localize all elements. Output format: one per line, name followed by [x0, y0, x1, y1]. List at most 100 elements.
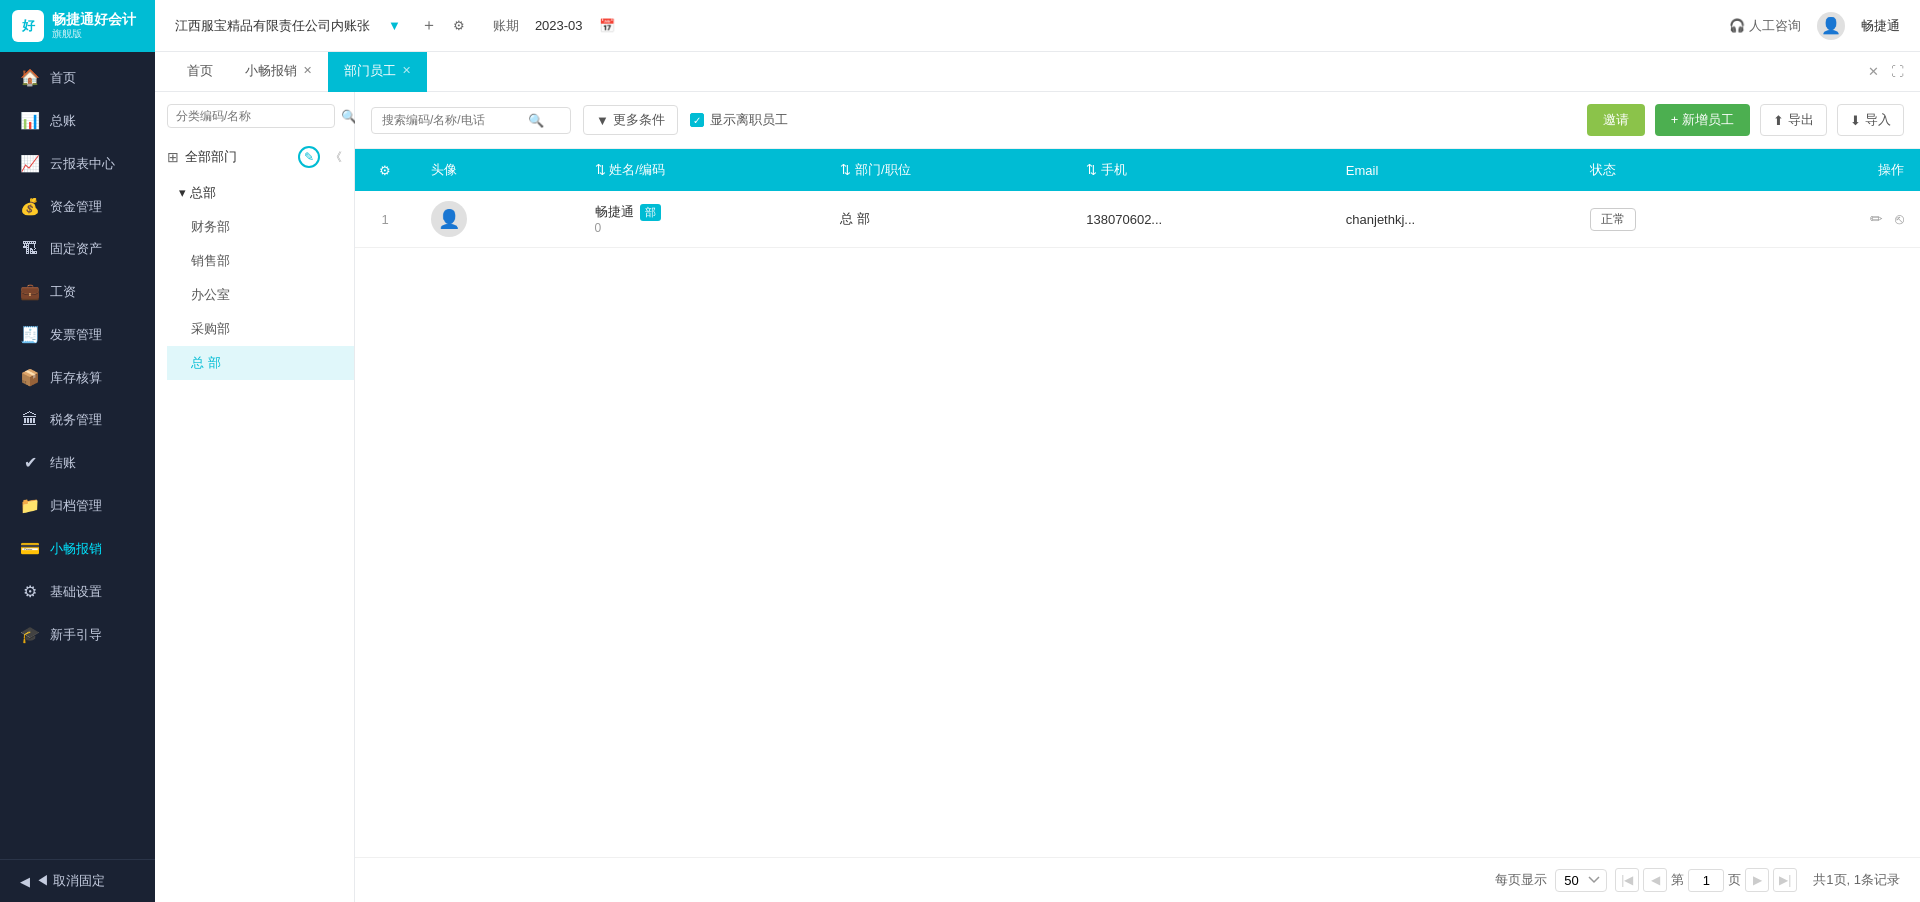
row-index: 1: [355, 191, 415, 248]
table-row: 1 👤 畅捷通 部 0 总 部: [355, 191, 1920, 248]
sidebar-item-label: 固定资产: [50, 240, 102, 258]
sidebar-item-home[interactable]: 🏠 首页: [0, 56, 155, 99]
search-icon[interactable]: 🔍: [528, 113, 544, 128]
sidebar-item-finance[interactable]: 💰 资金管理: [0, 185, 155, 228]
page-input[interactable]: [1688, 869, 1724, 892]
sidebar-item-guide[interactable]: 🎓 新手引导: [0, 613, 155, 656]
pagination: 每页显示 50 100 200 |◀ ◀ 第 页 ▶ ▶| 共1页, 1条记录: [355, 857, 1920, 902]
dept-item-zongbu[interactable]: ▾ 总部: [167, 176, 354, 210]
add-employee-button[interactable]: + 新增员工: [1655, 104, 1750, 136]
sidebar: 好 畅捷通好会计 旗舰版 🏠 首页 📊 总账 📈 云报表中心 💰 资金管理 🏗 …: [0, 0, 155, 902]
main-content: 江西服宝精品有限责任公司内账张 ▼ ＋ ⚙ 账期 2023-03 📅 🎧 人工咨…: [155, 0, 1920, 902]
import-icon: ⬇: [1850, 113, 1861, 128]
dept-search-input[interactable]: [167, 104, 335, 128]
col-settings[interactable]: ⚙: [355, 149, 415, 191]
page-nav: |◀ ◀ 第 页 ▶ ▶|: [1615, 868, 1797, 892]
employee-table-container: ⚙ 头像 ⇅ 姓名/编码 ⇅ 部门/职位 ⇅ 手机 Email 状态 操作 1: [355, 149, 1920, 857]
company-dropdown-icon[interactable]: ▼: [388, 18, 401, 33]
period-label: 账期: [493, 17, 519, 35]
service-button[interactable]: 🎧 人工咨询: [1729, 17, 1801, 35]
per-page-select[interactable]: 50 100 200: [1555, 869, 1607, 892]
sidebar-item-invoice[interactable]: 🧾 发票管理: [0, 313, 155, 356]
page-suffix: 页: [1728, 871, 1741, 889]
pin-icon: ◀: [20, 874, 30, 889]
status-badge: 正常: [1590, 208, 1636, 231]
close-window-icon[interactable]: ✕: [1868, 64, 1879, 79]
tab-department-close[interactable]: ✕: [402, 64, 411, 77]
export-button[interactable]: ⬆ 导出: [1760, 104, 1827, 136]
tab-expense-label: 小畅报销: [245, 62, 297, 80]
row-avatar: 👤: [415, 191, 579, 248]
dept-panel: 🔍 ⊞ 全部部门 ✎ 《 ▾ 总部 财务部 销售部 办公室 采购部 总 部: [155, 92, 355, 902]
sidebar-item-expense[interactable]: 💳 小畅报销: [0, 527, 155, 570]
assets-icon: 🏗: [20, 240, 40, 258]
show-resigned-toggle[interactable]: ✓ 显示离职员工: [690, 111, 788, 129]
ledger-icon: 📊: [20, 111, 40, 130]
tab-home[interactable]: 首页: [171, 52, 229, 92]
export-icon: ⬆: [1773, 113, 1784, 128]
salary-icon: 💼: [20, 282, 40, 301]
sidebar-item-inventory[interactable]: 📦 库存核算: [0, 356, 155, 399]
dept-tree: ▾ 总部 财务部 销售部 办公室 采购部 总 部: [155, 176, 354, 380]
tab-expense-close[interactable]: ✕: [303, 64, 312, 77]
add-button[interactable]: ＋: [421, 15, 437, 36]
sidebar-item-archive[interactable]: 📁 归档管理: [0, 484, 155, 527]
header-right: 🎧 人工咨询 👤 畅捷通: [1729, 12, 1900, 40]
tab-department[interactable]: 部门员工 ✕: [328, 52, 427, 92]
dept-collapse-icon[interactable]: 《: [330, 149, 342, 166]
next-page-button[interactable]: ▶: [1745, 868, 1769, 892]
guide-icon: 🎓: [20, 625, 40, 644]
import-button[interactable]: ⬇ 导入: [1837, 104, 1904, 136]
col-name-code[interactable]: ⇅ 姓名/编码: [579, 149, 825, 191]
sidebar-item-label: 资金管理: [50, 198, 102, 216]
app-name: 畅捷通好会计: [52, 11, 136, 28]
sidebar-item-settings[interactable]: ⚙ 基础设置: [0, 570, 155, 613]
sidebar-item-salary[interactable]: 💼 工资: [0, 270, 155, 313]
sidebar-item-tax[interactable]: 🏛 税务管理: [0, 399, 155, 441]
sidebar-item-label: 总账: [50, 112, 76, 130]
calendar-icon[interactable]: 📅: [599, 18, 615, 33]
filter-button[interactable]: ▼ 更多条件: [583, 105, 678, 135]
prev-page-button[interactable]: ◀: [1643, 868, 1667, 892]
service-label: 人工咨询: [1749, 17, 1801, 35]
all-dept-header[interactable]: ⊞ 全部部门 ✎ 《: [155, 138, 354, 176]
resigned-checkbox[interactable]: ✓: [690, 113, 704, 127]
edit-icon[interactable]: ✏: [1870, 210, 1883, 228]
tab-expense[interactable]: 小畅报销 ✕: [229, 52, 328, 92]
archive-icon: 📁: [20, 496, 40, 515]
sidebar-item-label: 发票管理: [50, 326, 102, 344]
employee-code: 0: [595, 221, 809, 235]
top-header: 江西服宝精品有限责任公司内账张 ▼ ＋ ⚙ 账期 2023-03 📅 🎧 人工咨…: [155, 0, 1920, 52]
logo-icon: 好: [12, 10, 44, 42]
first-page-button[interactable]: |◀: [1615, 868, 1639, 892]
sidebar-item-label: 税务管理: [50, 411, 102, 429]
sidebar-item-closeout[interactable]: ✔ 结账: [0, 441, 155, 484]
sidebar-item-fixed-assets[interactable]: 🏗 固定资产: [0, 228, 155, 270]
dept-item-general[interactable]: 总 部: [167, 346, 354, 380]
dept-item-purchase[interactable]: 采购部: [167, 312, 354, 346]
sidebar-item-label: 基础设置: [50, 583, 102, 601]
name-text: 畅捷通: [595, 203, 634, 221]
all-dept-label: 全部部门: [185, 148, 237, 166]
dept-edit-icon[interactable]: ✎: [298, 146, 320, 168]
col-dept-position[interactable]: ⇅ 部门/职位: [824, 149, 1070, 191]
sidebar-item-cloud-reports[interactable]: 📈 云报表中心: [0, 142, 155, 185]
sidebar-item-label: 结账: [50, 454, 76, 472]
employee-name: 畅捷通 部: [595, 203, 809, 221]
tax-icon: 🏛: [20, 411, 40, 429]
col-email: Email: [1330, 149, 1574, 191]
sidebar-item-general-ledger[interactable]: 📊 总账: [0, 99, 155, 142]
employee-search-input[interactable]: [382, 113, 522, 127]
cancel-fixed-button[interactable]: ◀ ◀ 取消固定: [0, 859, 155, 902]
header-settings-icon[interactable]: ⚙: [453, 18, 465, 33]
home-icon: 🏠: [20, 68, 40, 87]
export-row-icon[interactable]: ⎋: [1895, 210, 1904, 228]
col-phone[interactable]: ⇅ 手机: [1070, 149, 1330, 191]
dept-item-office[interactable]: 办公室: [167, 278, 354, 312]
invite-button[interactable]: 邀请: [1587, 104, 1645, 136]
expand-window-icon[interactable]: ⛶: [1891, 64, 1904, 79]
dept-item-sales[interactable]: 销售部: [167, 244, 354, 278]
dept-item-finance[interactable]: 财务部: [167, 210, 354, 244]
last-page-button[interactable]: ▶|: [1773, 868, 1797, 892]
app-sub: 旗舰版: [52, 27, 136, 41]
